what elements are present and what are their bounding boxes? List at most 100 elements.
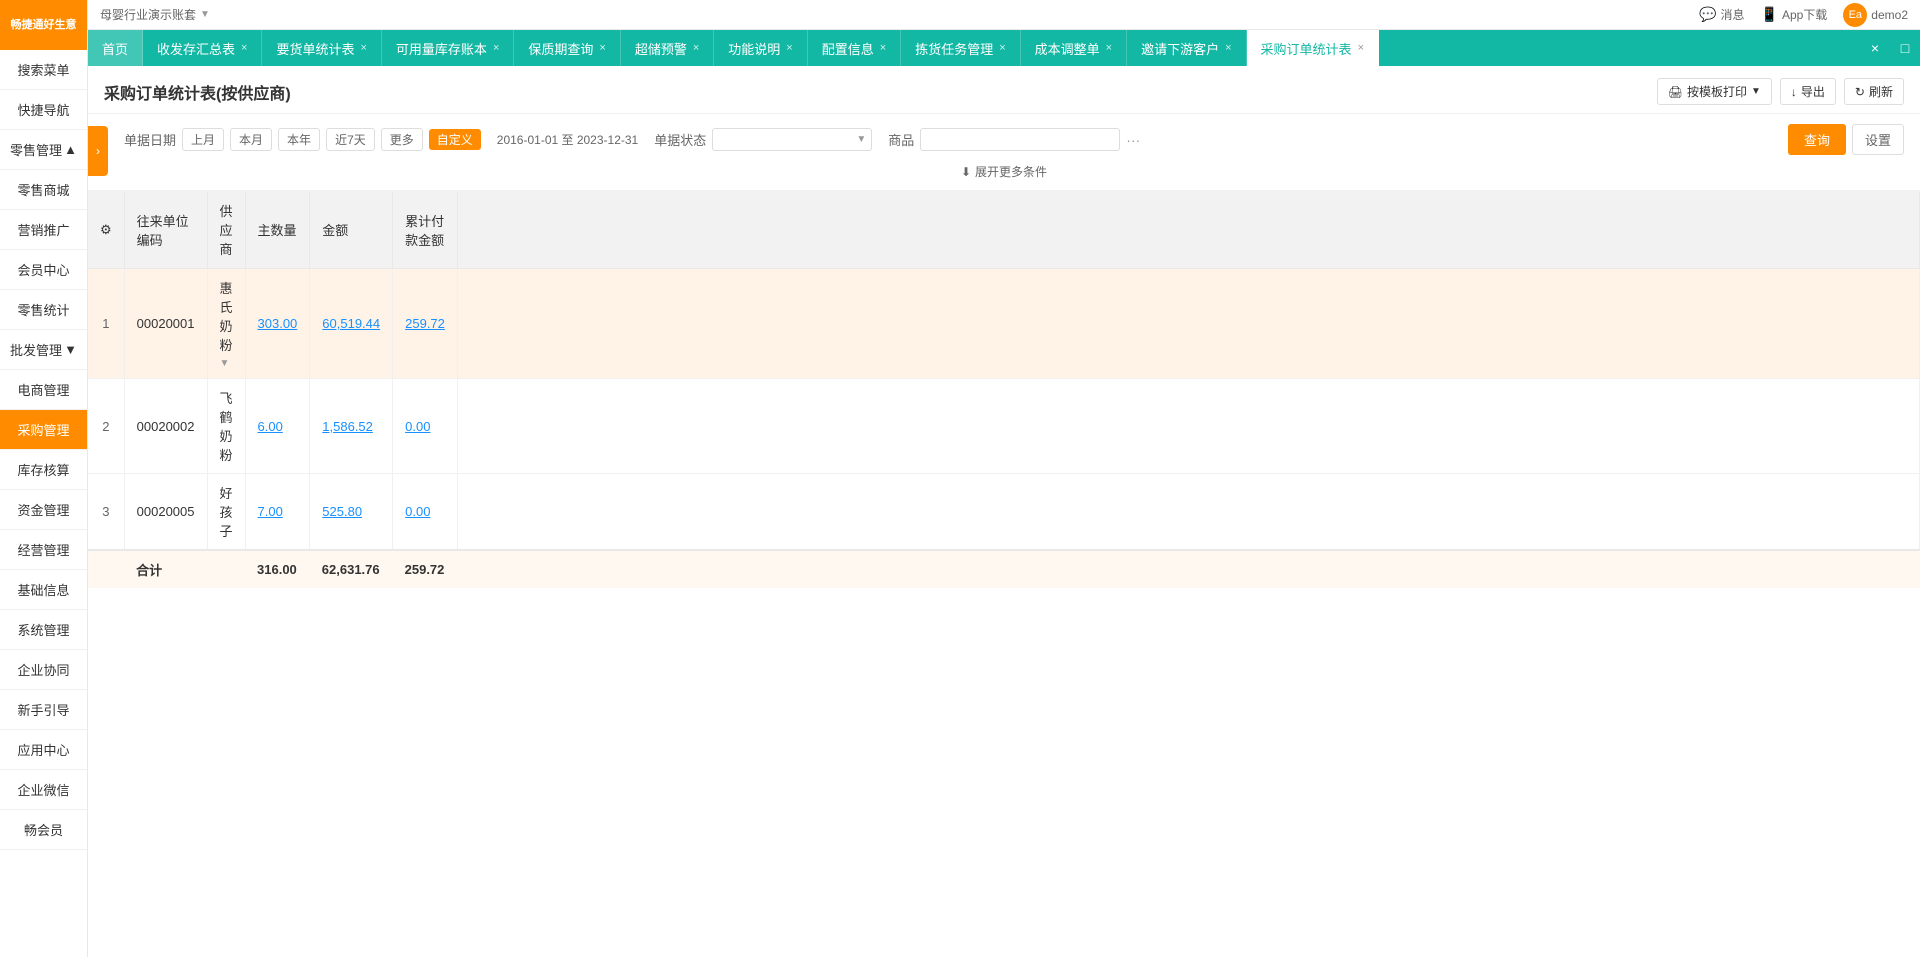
table-row[interactable]: 1 00020001 惠氏奶粉 ▼ 303.00 60,519.44 259.7… [88,269,1920,379]
date-btn-custom[interactable]: 自定义 [429,129,481,150]
main-table: ⚙ 往来单位编码 供应商 主数量 金额 累计付款金额 1 [88,191,1920,588]
page-title: 采购订单统计表(按供应商) [104,80,291,104]
table-row[interactable]: 3 00020005 好孩子 7.00 525.80 0.00 [88,474,1920,551]
date-btn-this-year[interactable]: 本年 [278,128,320,151]
tab-caigou-close[interactable]: × [1358,42,1364,54]
date-btn-last-month[interactable]: 上月 [182,128,224,151]
tab-yaohuodanjitongji[interactable]: 要货单统计表 × [262,30,381,66]
settings-button[interactable]: 设置 [1852,124,1904,155]
sidebar-item-search[interactable]: 搜索菜单 [0,50,88,90]
tab-caigou-active[interactable]: 采购订单统计表 × [1247,30,1379,66]
sidebar-item-marketing[interactable]: 营销推广 [0,210,88,250]
row2-unit-code: 00020002 [124,379,207,474]
tab-maximize-btn[interactable]: □ [1890,30,1920,66]
row3-supplier: 好孩子 [207,474,245,551]
sidebar-item-operations[interactable]: 经营管理 [0,530,88,570]
row3-qty: 7.00 [245,474,310,551]
sidebar-item-inventory[interactable]: 库存核算 [0,450,88,490]
footer-empty1 [88,550,124,588]
tab-peizhi[interactable]: 配置信息 × [808,30,901,66]
topbar: 母婴行业演示账套 ▼ 💬 消息 📱 App下载 Ea demo2 [88,0,1920,30]
sidebar-item-finance[interactable]: 资金管理 [0,490,88,530]
tab-gongneng-label: 功能说明 [728,39,780,58]
sidebar-item-purchase-mgmt[interactable]: 采购管理 [0,410,88,450]
row3-seq: 3 [88,474,124,551]
footer-qty: 316.00 [245,550,310,588]
tab-shoufahuizong-label: 收发存汇总表 [157,39,235,58]
user-profile[interactable]: Ea demo2 [1843,3,1908,27]
tab-zhihuo-close[interactable]: × [999,42,1005,54]
tab-baoyouqi[interactable]: 保质期查询 × [514,30,620,66]
tab-yaohuodanjitongji-close[interactable]: × [360,42,366,54]
company-selector[interactable]: 母婴行业演示账套 ▼ [100,6,210,23]
app-download-btn[interactable]: 📱 App下载 [1761,6,1828,23]
filter-collapse-btn[interactable]: › [88,126,108,176]
tab-caigou-label: 采购订单统计表 [1261,39,1352,58]
message-btn[interactable]: 💬 消息 [1699,6,1744,23]
tab-yaoqing-close[interactable]: × [1225,42,1231,54]
row2-paid: 0.00 [393,379,458,474]
row3-amount: 525.80 [310,474,393,551]
row3-unit-code: 00020005 [124,474,207,551]
company-name: 母婴行业演示账套 [100,6,196,23]
export-button[interactable]: ↓ 导出 [1780,78,1836,105]
tab-close-all-btn[interactable]: × [1860,30,1890,66]
sidebar-item-new-guide[interactable]: 新手引导 [0,690,88,730]
row1-supplier: 惠氏奶粉 ▼ [207,269,245,379]
gear-icon[interactable]: ⚙ [100,222,112,237]
tab-gongneng[interactable]: 功能说明 × [714,30,807,66]
status-select[interactable] [712,128,872,151]
sidebar-item-system[interactable]: 系统管理 [0,610,88,650]
tab-peizhi-close[interactable]: × [880,42,886,54]
tab-chaochu-close[interactable]: × [693,42,699,54]
app-logo: 畅捷通好生意 [0,0,88,50]
print-button[interactable]: 🖨 按模板打印 ▼ [1657,78,1772,105]
tab-chengben[interactable]: 成本调整单 × [1021,30,1127,66]
sidebar-item-retail-stats[interactable]: 零售统计 [0,290,88,330]
topbar-right: 💬 消息 📱 App下载 Ea demo2 [1699,3,1908,27]
page-inner: 采购订单统计表(按供应商) 🖨 按模板打印 ▼ ↓ 导出 ↻ 刷新 [88,66,1920,957]
sidebar-item-quick-nav[interactable]: 快捷导航 [0,90,88,130]
table-row[interactable]: 2 00020002 飞鹤奶粉 6.00 1,586.52 0.00 [88,379,1920,474]
company-dropdown-icon: ▼ [200,9,210,20]
chevron-down-icon2: ▼ [64,342,77,357]
tab-chengben-close[interactable]: × [1106,42,1112,54]
tab-zhihuo[interactable]: 拣货任务管理 × [901,30,1020,66]
row1-paid: 259.72 [393,269,458,379]
footer-amount: 62,631.76 [310,550,393,588]
sidebar-item-batch-mgmt[interactable]: 批发管理 ▼ [0,330,88,370]
tab-shoufahuizong[interactable]: 收发存汇总表 × [143,30,262,66]
page-content: 采购订单统计表(按供应商) 🖨 按模板打印 ▼ ↓ 导出 ↻ 刷新 [88,66,1920,957]
tab-home[interactable]: 首页 [88,30,143,66]
date-btn-7days[interactable]: 近7天 [326,128,375,151]
refresh-button[interactable]: ↻ 刷新 [1844,78,1904,105]
tab-keyongliang-close[interactable]: × [493,42,499,54]
sidebar-item-retail-mgmt[interactable]: 零售管理 ▲ [0,130,88,170]
col-supplier: 供应商 [207,191,245,269]
sidebar-item-retail-shop[interactable]: 零售商城 [0,170,88,210]
tab-keyongliang[interactable]: 可用量库存账本 × [382,30,514,66]
sidebar-item-enterprise-coop[interactable]: 企业协同 [0,650,88,690]
status-filter: 单据状态 ▼ [654,128,872,151]
sidebar-item-ecommerce[interactable]: 电商管理 [0,370,88,410]
expand-more-btn[interactable]: ⬇ 展开更多条件 [104,163,1904,180]
tab-chaochu-label: 超储预警 [635,39,687,58]
expand-row-icon[interactable]: ▼ [220,358,230,369]
col-qty: 主数量 [245,191,310,269]
sidebar-item-member-center[interactable]: 会员中心 [0,250,88,290]
goods-input[interactable] [920,128,1120,151]
sidebar-item-enterprise-wechat[interactable]: 企业微信 [0,770,88,810]
tab-chaochu[interactable]: 超储预警 × [621,30,714,66]
search-button[interactable]: 查询 [1788,124,1846,155]
tab-baoyouqi-close[interactable]: × [599,42,605,54]
date-btn-more[interactable]: 更多 [381,128,423,151]
sidebar-item-app-center[interactable]: 应用中心 [0,730,88,770]
date-btn-this-month[interactable]: 本月 [230,128,272,151]
tab-gongneng-close[interactable]: × [786,42,792,54]
sidebar-item-member[interactable]: 畅会员 [0,810,88,850]
goods-more-icon[interactable]: ··· [1126,132,1140,148]
tab-shoufahuizong-close[interactable]: × [241,42,247,54]
tab-yaoqing[interactable]: 邀请下游客户 × [1127,30,1246,66]
col-amount: 金额 [310,191,393,269]
sidebar-item-basic-info[interactable]: 基础信息 [0,570,88,610]
